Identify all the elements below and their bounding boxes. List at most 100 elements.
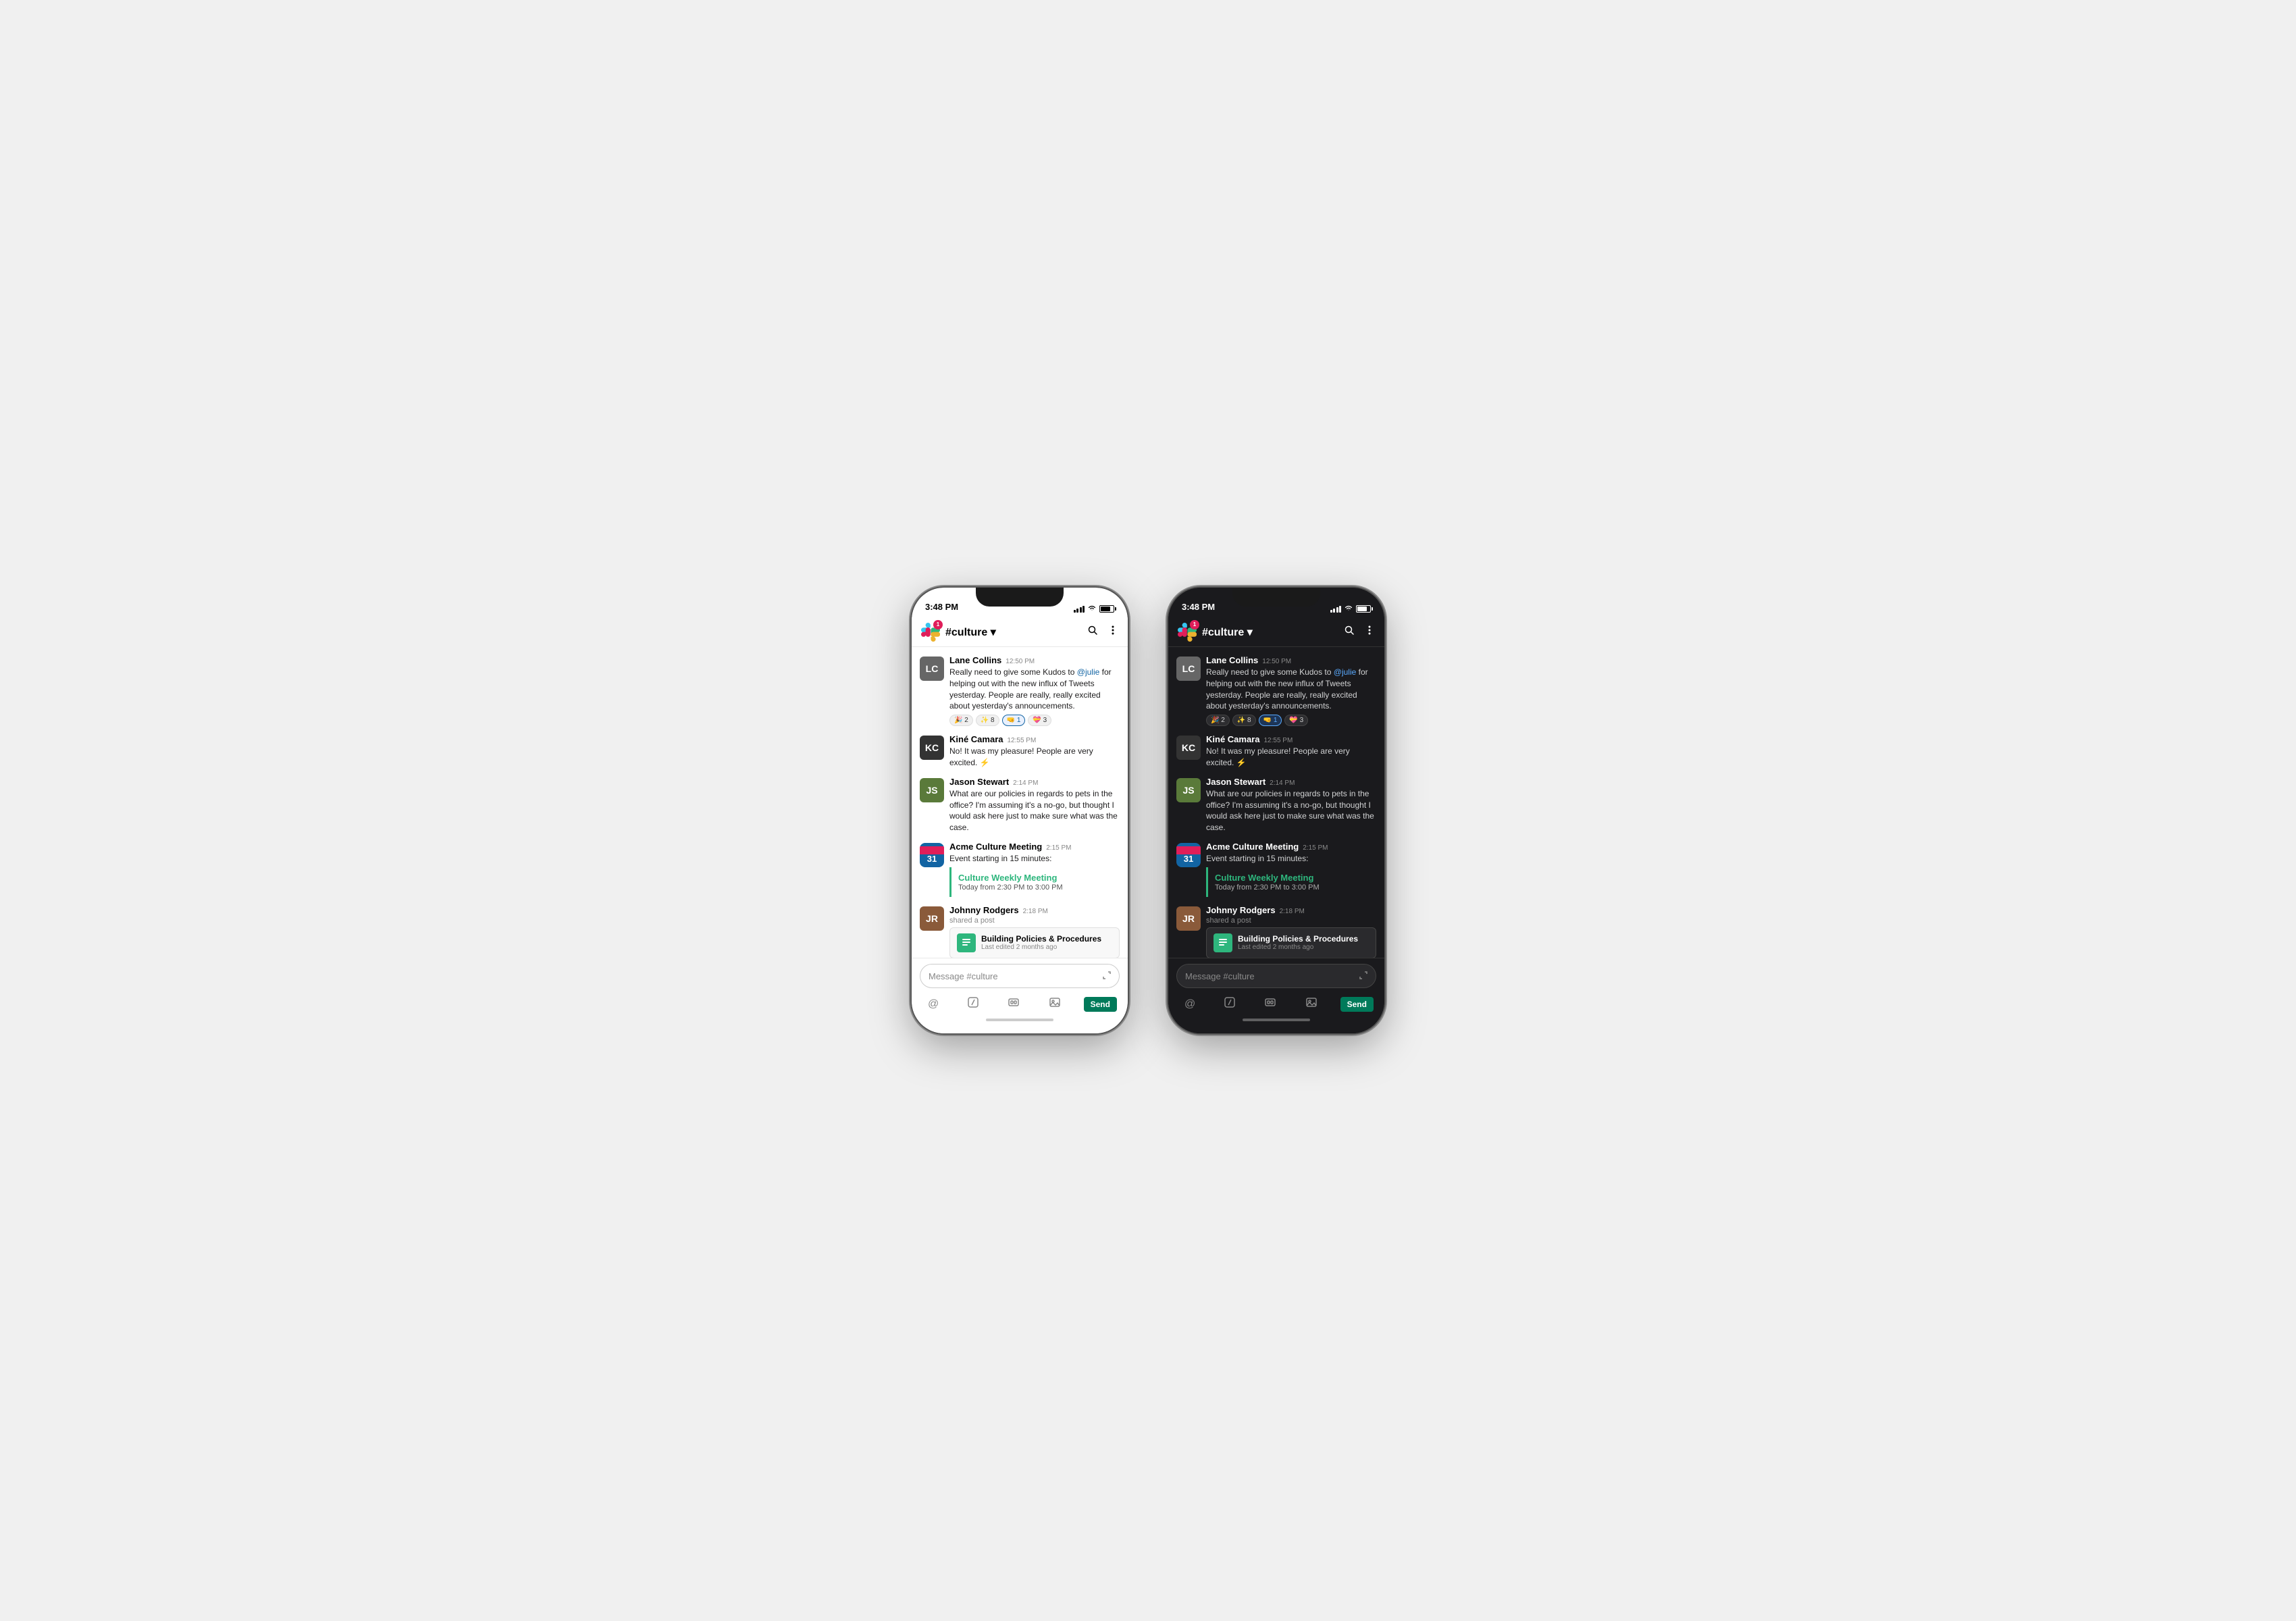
- post-subtitle: Last edited 2 months ago: [981, 944, 1112, 951]
- sender-name: Lane Collins: [1206, 655, 1258, 665]
- event-card[interactable]: Culture Weekly MeetingToday from 2:30 PM…: [949, 867, 1120, 897]
- wifi-icon: [1087, 604, 1097, 613]
- reactions: 🎉 2✨ 8🤜 1💝 3: [949, 715, 1120, 726]
- message-time: 12:50 PM: [1262, 658, 1291, 665]
- message-input[interactable]: Message #culture: [920, 964, 1120, 988]
- message-content: Johnny Rodgers2:18 PMshared a postBuildi…: [949, 905, 1120, 958]
- input-placeholder: Message #culture: [1185, 971, 1255, 981]
- message-header: Johnny Rodgers 2:18 PM: [949, 905, 1120, 915]
- shared-post-label: shared a post: [1206, 917, 1376, 925]
- message-time: 2:14 PM: [1270, 779, 1295, 787]
- message-text: Event starting in 15 minutes:: [1206, 853, 1376, 865]
- phone-notch: [976, 588, 1064, 607]
- send-button[interactable]: Send: [1340, 997, 1374, 1012]
- reaction[interactable]: ✨ 8: [976, 715, 999, 726]
- channel-name[interactable]: #culture ▾: [1202, 625, 1344, 639]
- reaction[interactable]: ✨ 8: [1232, 715, 1256, 726]
- post-title: Building Policies & Procedures: [1238, 934, 1369, 944]
- message-row: JRJohnny Rodgers2:18 PMshared a postBuil…: [1168, 902, 1384, 958]
- home-indicator: [1176, 1014, 1376, 1028]
- message-time: 2:18 PM: [1280, 908, 1305, 915]
- message-header: Kiné Camara12:55 PM: [1206, 734, 1376, 744]
- message-header: Acme Culture Meeting2:15 PM: [1206, 842, 1376, 852]
- user-avatar: JR: [920, 906, 944, 931]
- message-row: JSJason Stewart2:14 PMWhat are our polic…: [912, 774, 1128, 836]
- expand-icon[interactable]: [1103, 971, 1111, 981]
- post-card[interactable]: Building Policies & ProceduresLast edite…: [949, 927, 1120, 958]
- reaction[interactable]: 💝 3: [1284, 715, 1308, 726]
- reaction[interactable]: 🎉 2: [1206, 715, 1230, 726]
- app-header: 1#culture ▾: [912, 617, 1128, 647]
- calendar-avatar: 31: [920, 843, 944, 867]
- message-text: Really need to give some Kudos to @julie…: [1206, 667, 1376, 712]
- message-text: Really need to give some Kudos to @julie…: [949, 667, 1120, 712]
- event-card[interactable]: Culture Weekly MeetingToday from 2:30 PM…: [1206, 867, 1376, 897]
- message-row: LC Lane Collins 12:50 PM Really need to giv…: [1168, 652, 1384, 729]
- post-card[interactable]: Building Policies & ProceduresLast edite…: [1206, 927, 1376, 958]
- sender-name: Acme Culture Meeting: [949, 842, 1042, 852]
- reaction[interactable]: 🤜 1: [1002, 715, 1026, 726]
- search-icon[interactable]: [1087, 625, 1098, 639]
- message-content: Lane Collins12:50 PMReally need to give …: [949, 655, 1120, 726]
- attach-icon[interactable]: [1002, 994, 1025, 1014]
- at-icon[interactable]: @: [922, 996, 944, 1013]
- reaction[interactable]: 💝 3: [1028, 715, 1051, 726]
- wifi-icon: [1344, 604, 1353, 613]
- message-input[interactable]: Message #culture: [1176, 964, 1376, 988]
- attach-icon[interactable]: [1259, 994, 1282, 1014]
- post-subtitle: Last edited 2 months ago: [1238, 944, 1369, 951]
- image-icon[interactable]: [1300, 994, 1323, 1014]
- post-title: Building Policies & Procedures: [981, 934, 1112, 944]
- at-icon[interactable]: @: [1179, 996, 1201, 1013]
- phone-notch: [1232, 588, 1320, 607]
- message-text: No! It was my pleasure! People are very …: [1206, 746, 1376, 769]
- message-text: No! It was my pleasure! People are very …: [949, 746, 1120, 769]
- notification-badge: 1: [1190, 620, 1199, 629]
- slash-icon[interactable]: [962, 994, 985, 1014]
- header-icons: [1344, 625, 1375, 639]
- battery-icon: [1099, 605, 1114, 613]
- slash-icon[interactable]: [1218, 994, 1241, 1014]
- event-title: Culture Weekly Meeting: [958, 873, 1113, 883]
- more-menu-icon[interactable]: [1364, 625, 1375, 639]
- sender-name: Kiné Camara: [949, 734, 1003, 744]
- more-menu-icon[interactable]: [1107, 625, 1118, 639]
- sender-name: Jason Stewart: [949, 777, 1009, 787]
- message-header: Acme Culture Meeting2:15 PM: [949, 842, 1120, 852]
- battery-icon: [1356, 605, 1371, 613]
- send-button[interactable]: Send: [1084, 997, 1117, 1012]
- search-icon[interactable]: [1344, 625, 1355, 639]
- expand-icon[interactable]: [1359, 971, 1367, 981]
- sender-name: Acme Culture Meeting: [1206, 842, 1299, 852]
- channel-name[interactable]: #culture ▾: [945, 625, 1087, 639]
- calendar-number: 31: [1184, 854, 1193, 863]
- event-title: Culture Weekly Meeting: [1215, 873, 1369, 883]
- sender-name: Jason Stewart: [1206, 777, 1266, 787]
- message-header: Jason Stewart 2:14 PM: [1206, 777, 1376, 787]
- message-row: KCKiné Camara12:55 PMNo! It was my pleas…: [912, 731, 1128, 771]
- message-row: KCKiné Camara12:55 PMNo! It was my pleas…: [1168, 731, 1384, 771]
- user-avatar: LC: [1176, 657, 1201, 681]
- reaction[interactable]: 🎉 2: [949, 715, 973, 726]
- message-row: JSJason Stewart2:14 PMWhat are our polic…: [1168, 774, 1384, 836]
- message-time: 2:18 PM: [1023, 908, 1048, 915]
- sender-name: Lane Collins: [949, 655, 1001, 665]
- status-time: 3:48 PM: [925, 602, 958, 613]
- message-header: Johnny Rodgers 2:18 PM: [1206, 905, 1376, 915]
- image-icon[interactable]: [1043, 994, 1066, 1014]
- message-content: Johnny Rodgers 2:18 PM shared a post Buildi…: [1206, 905, 1376, 958]
- header-icons: [1087, 625, 1118, 639]
- message-content: Acme Culture Meeting2:15 PMEvent startin…: [1206, 842, 1376, 897]
- message-content: Jason Stewart2:14 PMWhat are our policie…: [1206, 777, 1376, 833]
- messages-area: LCLane Collins12:50 PMReally need to giv…: [912, 647, 1128, 958]
- home-bar: [986, 1019, 1053, 1021]
- sender-name: Johnny Rodgers: [1206, 905, 1276, 915]
- sender-name: Johnny Rodgers: [949, 905, 1019, 915]
- signal-bars: [1330, 606, 1342, 613]
- message-content: Kiné Camara12:55 PMNo! It was my pleasur…: [949, 734, 1120, 769]
- status-time: 3:48 PM: [1182, 602, 1215, 613]
- message-content: Acme Culture Meeting2:15 PMEvent startin…: [949, 842, 1120, 897]
- reaction[interactable]: 🤜 1: [1259, 715, 1282, 726]
- message-row: LCLane Collins12:50 PMReally need to giv…: [912, 652, 1128, 729]
- toolbar: @ Send: [1176, 994, 1376, 1014]
